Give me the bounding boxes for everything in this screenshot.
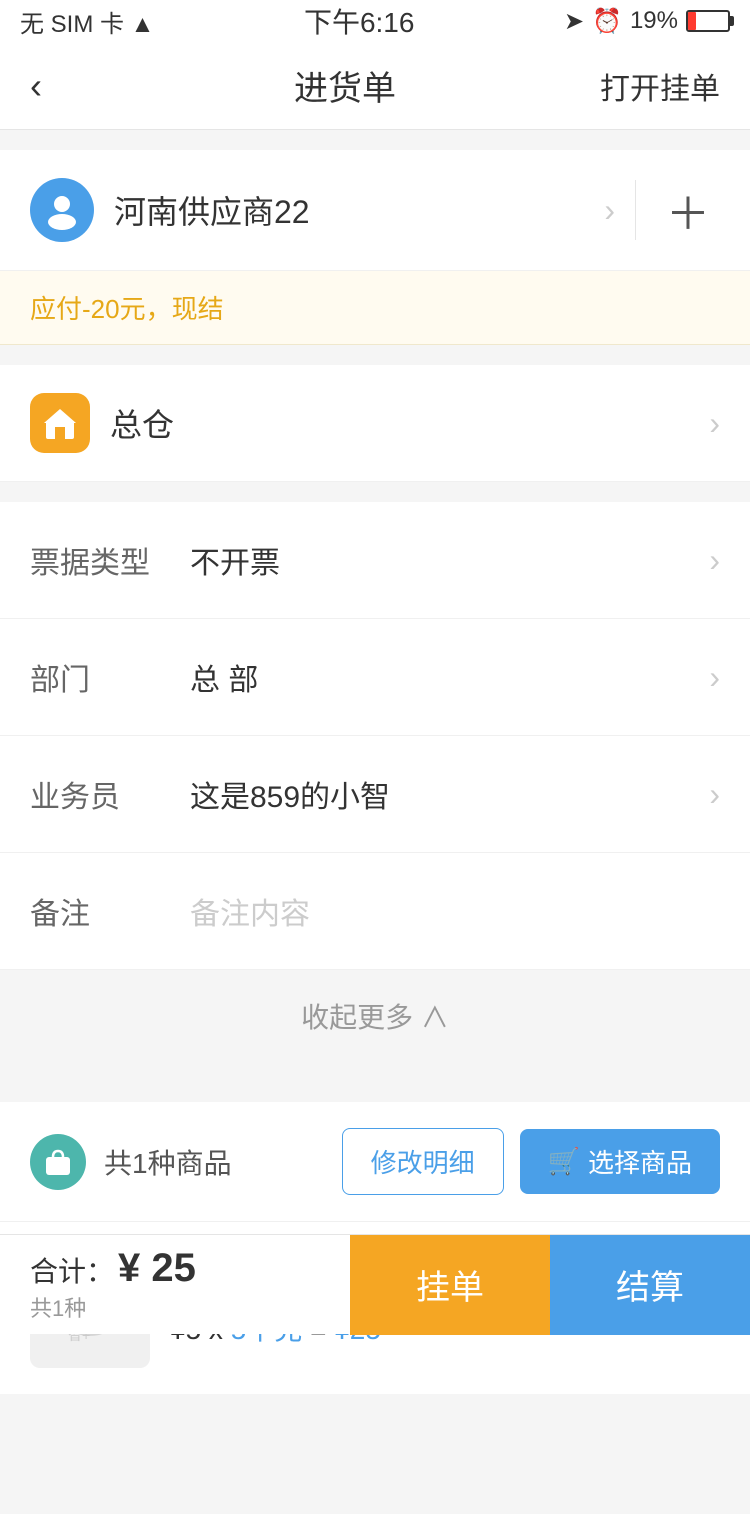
supplier-name: 河南供应商22 [114, 187, 604, 233]
salesperson-label: 业务员 [30, 772, 170, 816]
footer-total: 合计： ¥ 25 共1种 [0, 1246, 350, 1323]
status-bar: 无 SIM 卡 ▲ 下午6:16 ➤ ⏰ 19% [0, 0, 750, 42]
settle-button[interactable]: 结算 [550, 1235, 750, 1335]
nav-bar: ‹ 进货单 打开挂单 [0, 42, 750, 130]
warehouse-row[interactable]: 总仓 › [0, 365, 750, 482]
supplier-avatar [30, 178, 94, 242]
supplier-avatar-icon [42, 190, 82, 230]
products-icon-bg [30, 1134, 86, 1190]
warehouse-icon [42, 405, 78, 441]
products-count-label: 共1种商品 [104, 1142, 342, 1182]
add-supplier-button[interactable]: ＋ [656, 178, 720, 242]
warehouse-name: 总仓 [110, 400, 709, 446]
gap-1 [0, 130, 750, 150]
battery-label: 19% [630, 7, 678, 35]
total-label: 合计： [30, 1250, 114, 1290]
shopping-bag-icon [41, 1145, 75, 1179]
salesperson-chevron-icon: › [709, 776, 720, 813]
back-button[interactable]: ‹ [30, 65, 90, 107]
open-hold-button[interactable]: 打开挂单 [600, 64, 720, 108]
invoice-type-row[interactable]: 票据类型 不开票 › [0, 502, 750, 619]
remark-row[interactable]: 备注 备注内容 [0, 853, 750, 970]
status-left: 无 SIM 卡 ▲ [20, 4, 154, 39]
info-banner: 应付-20元，现结 [0, 271, 750, 345]
salesperson-row[interactable]: 业务员 这是859的小智 › [0, 736, 750, 853]
department-value: 总 部 [190, 655, 709, 699]
edit-detail-button[interactable]: 修改明细 [342, 1128, 504, 1195]
hold-button[interactable]: 挂单 [350, 1235, 550, 1335]
status-time: 下午6:16 [304, 1, 415, 41]
status-right: ➤ ⏰ 19% [564, 7, 730, 36]
battery-icon [686, 10, 730, 32]
invoice-type-chevron-icon: › [709, 542, 720, 579]
footer-spacer [0, 1394, 750, 1514]
location-icon: ➤ [564, 7, 584, 36]
department-label: 部门 [30, 655, 170, 699]
supplier-row[interactable]: 河南供应商22 › ＋ [0, 150, 750, 271]
warehouse-chevron-icon: › [709, 405, 720, 442]
page-title: 进货单 [294, 61, 396, 110]
warehouse-icon-bg [30, 393, 90, 453]
invoice-type-label: 票据类型 [30, 538, 170, 582]
footer-bar: 合计： ¥ 25 共1种 挂单 结算 [0, 1234, 750, 1334]
cart-icon: 🛒 [548, 1146, 580, 1177]
collapse-button[interactable]: 收起更多 ∧ [0, 970, 750, 1062]
remark-value: 备注内容 [190, 889, 720, 933]
alarm-icon: ⏰ [592, 7, 622, 36]
products-header: 共1种商品 修改明细 🛒 选择商品 [0, 1102, 750, 1222]
supplier-section: 河南供应商22 › ＋ 应付-20元，现结 [0, 150, 750, 345]
sim-label: 无 SIM 卡 ▲ [20, 4, 154, 39]
total-amount: ¥ 25 [118, 1246, 196, 1291]
warehouse-section: 总仓 › [0, 365, 750, 482]
detail-section: 票据类型 不开票 › 部门 总 部 › 业务员 这是859的小智 › 备注 备注… [0, 502, 750, 970]
divider-v [635, 180, 636, 240]
select-product-label: 选择商品 [588, 1143, 692, 1180]
remark-label: 备注 [30, 889, 170, 933]
supplier-chevron-icon: › [604, 192, 615, 229]
invoice-type-value: 不开票 [190, 538, 709, 582]
salesperson-value: 这是859的小智 [190, 772, 709, 816]
department-chevron-icon: › [709, 659, 720, 696]
total-count: 共1种 [30, 1291, 320, 1323]
select-product-button[interactable]: 🛒 选择商品 [520, 1129, 720, 1194]
gap-2 [0, 1062, 750, 1082]
department-row[interactable]: 部门 总 部 › [0, 619, 750, 736]
